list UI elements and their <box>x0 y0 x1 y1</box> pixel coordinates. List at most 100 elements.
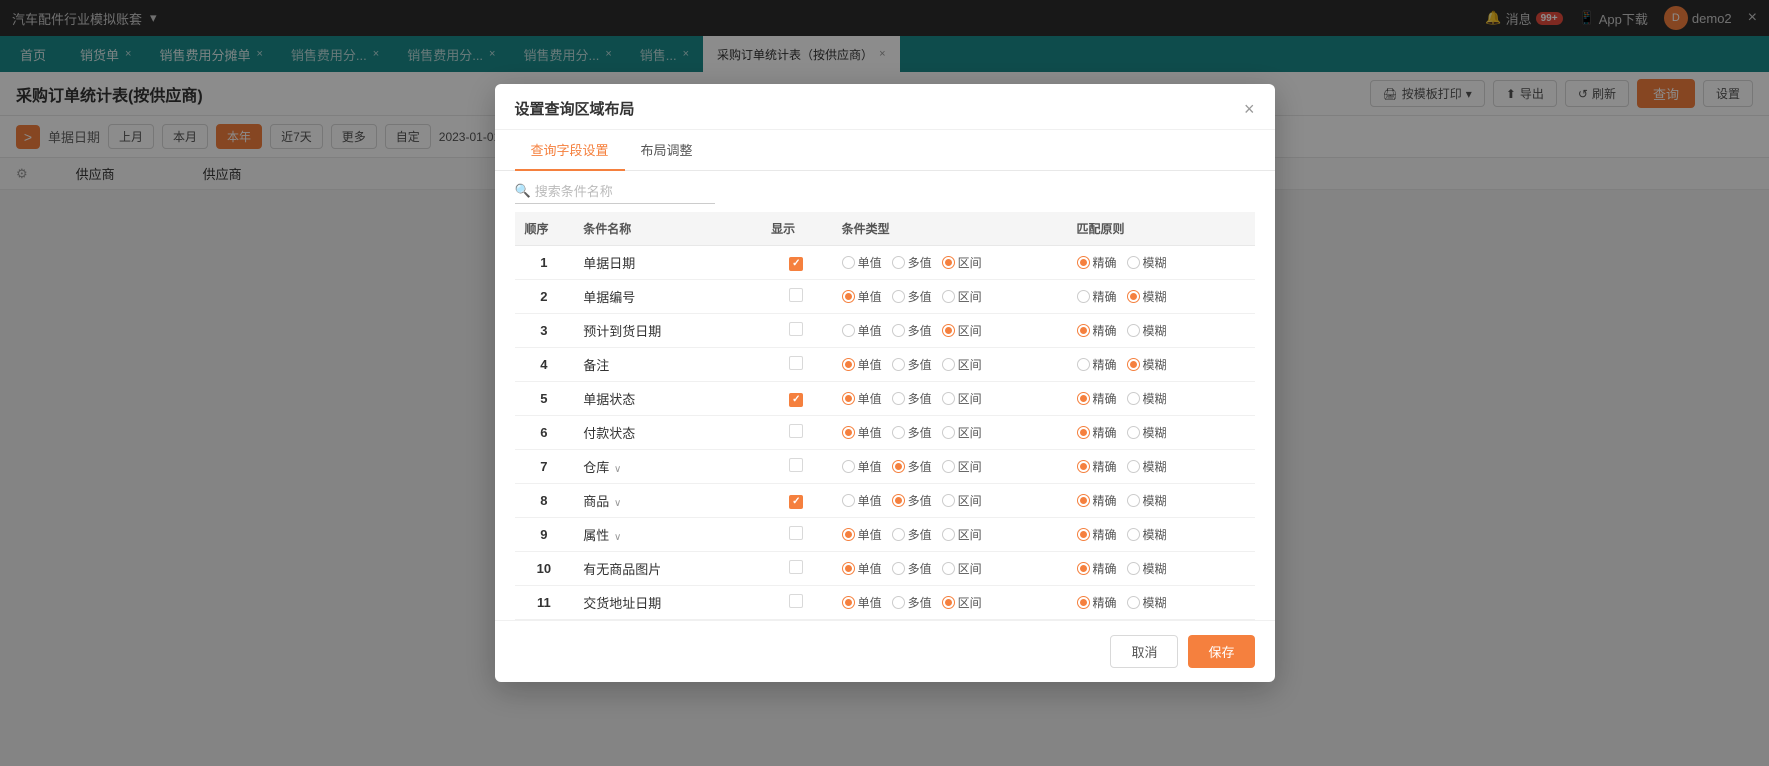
radio-type-type_range[interactable]: 区间 <box>942 322 982 339</box>
cell-display[interactable] <box>761 484 831 518</box>
radio-circle[interactable] <box>942 392 955 405</box>
radio-match-match_exact[interactable]: 精确 <box>1077 526 1117 543</box>
cell-display[interactable] <box>761 416 831 450</box>
radio-circle[interactable] <box>892 494 905 507</box>
cell-display[interactable] <box>761 518 831 552</box>
radio-circle[interactable] <box>1077 358 1090 371</box>
condition-dropdown-arrow[interactable]: ∨ <box>611 464 621 475</box>
radio-circle[interactable] <box>842 324 855 337</box>
radio-circle[interactable] <box>942 256 955 269</box>
save-button[interactable]: 保存 <box>1188 635 1254 668</box>
radio-match-match_fuzzy[interactable]: 模糊 <box>1127 458 1167 475</box>
display-checkbox[interactable] <box>789 424 803 438</box>
radio-circle[interactable] <box>842 562 855 575</box>
radio-match-match_fuzzy[interactable]: 模糊 <box>1127 356 1167 373</box>
radio-type-type_multi[interactable]: 多值 <box>892 492 932 509</box>
radio-match-match_exact[interactable]: 精确 <box>1077 288 1117 305</box>
radio-circle[interactable] <box>892 256 905 269</box>
cancel-button[interactable]: 取消 <box>1110 635 1178 668</box>
radio-type-type_range[interactable]: 区间 <box>942 594 982 611</box>
radio-match-match_exact[interactable]: 精确 <box>1077 594 1117 611</box>
radio-type-type_single[interactable]: 单值 <box>842 594 882 611</box>
radio-circle[interactable] <box>892 528 905 541</box>
radio-type-type_single[interactable]: 单值 <box>842 458 882 475</box>
radio-circle[interactable] <box>942 528 955 541</box>
radio-match-match_fuzzy[interactable]: 模糊 <box>1127 254 1167 271</box>
radio-type-type_single[interactable]: 单值 <box>842 526 882 543</box>
modal-close-button[interactable]: × <box>1244 100 1255 118</box>
radio-type-type_single[interactable]: 单值 <box>842 492 882 509</box>
radio-match-match_fuzzy[interactable]: 模糊 <box>1127 526 1167 543</box>
radio-circle[interactable] <box>842 256 855 269</box>
radio-type-type_single[interactable]: 单值 <box>842 288 882 305</box>
cell-display[interactable] <box>761 382 831 416</box>
radio-circle[interactable] <box>842 596 855 609</box>
display-checkbox[interactable] <box>789 495 803 509</box>
radio-circle[interactable] <box>942 562 955 575</box>
radio-circle[interactable] <box>942 596 955 609</box>
radio-match-match_fuzzy[interactable]: 模糊 <box>1127 492 1167 509</box>
radio-match-match_exact[interactable]: 精确 <box>1077 424 1117 441</box>
radio-type-type_multi[interactable]: 多值 <box>892 458 932 475</box>
radio-circle[interactable] <box>892 596 905 609</box>
radio-match-match_fuzzy[interactable]: 模糊 <box>1127 560 1167 577</box>
radio-type-type_multi[interactable]: 多值 <box>892 390 932 407</box>
cell-display[interactable] <box>761 450 831 484</box>
radio-type-type_range[interactable]: 区间 <box>942 288 982 305</box>
modal-tab-layout[interactable]: 布局调整 <box>625 130 709 171</box>
radio-type-type_single[interactable]: 单值 <box>842 560 882 577</box>
radio-match-match_exact[interactable]: 精确 <box>1077 254 1117 271</box>
radio-circle[interactable] <box>1127 392 1140 405</box>
radio-type-type_range[interactable]: 区间 <box>942 458 982 475</box>
radio-type-type_multi[interactable]: 多值 <box>892 288 932 305</box>
radio-type-type_range[interactable]: 区间 <box>942 390 982 407</box>
radio-match-match_fuzzy[interactable]: 模糊 <box>1127 322 1167 339</box>
radio-circle[interactable] <box>1127 562 1140 575</box>
radio-match-match_fuzzy[interactable]: 模糊 <box>1127 288 1167 305</box>
radio-circle[interactable] <box>1077 324 1090 337</box>
radio-type-type_multi[interactable]: 多值 <box>892 560 932 577</box>
radio-match-match_fuzzy[interactable]: 模糊 <box>1127 594 1167 611</box>
radio-match-match_exact[interactable]: 精确 <box>1077 390 1117 407</box>
condition-dropdown-arrow[interactable]: ∨ <box>611 498 621 509</box>
radio-circle[interactable] <box>892 392 905 405</box>
display-checkbox[interactable] <box>789 526 803 540</box>
display-checkbox[interactable] <box>789 458 803 472</box>
radio-circle[interactable] <box>1127 528 1140 541</box>
radio-circle[interactable] <box>1077 460 1090 473</box>
radio-type-type_multi[interactable]: 多值 <box>892 322 932 339</box>
display-checkbox[interactable] <box>789 594 803 608</box>
display-checkbox[interactable] <box>789 288 803 302</box>
condition-dropdown-arrow[interactable]: ∨ <box>611 532 621 543</box>
radio-circle[interactable] <box>842 392 855 405</box>
radio-circle[interactable] <box>842 528 855 541</box>
radio-type-type_single[interactable]: 单值 <box>842 390 882 407</box>
radio-type-type_range[interactable]: 区间 <box>942 254 982 271</box>
radio-type-type_single[interactable]: 单值 <box>842 424 882 441</box>
radio-circle[interactable] <box>1127 494 1140 507</box>
radio-type-type_range[interactable]: 区间 <box>942 560 982 577</box>
cell-display[interactable] <box>761 586 831 620</box>
radio-match-match_exact[interactable]: 精确 <box>1077 356 1117 373</box>
radio-circle[interactable] <box>892 324 905 337</box>
radio-circle[interactable] <box>842 494 855 507</box>
radio-circle[interactable] <box>892 358 905 371</box>
radio-match-match_exact[interactable]: 精确 <box>1077 322 1117 339</box>
radio-circle[interactable] <box>1077 256 1090 269</box>
display-checkbox[interactable] <box>789 560 803 574</box>
radio-circle[interactable] <box>1127 324 1140 337</box>
radio-circle[interactable] <box>1127 596 1140 609</box>
radio-circle[interactable] <box>942 324 955 337</box>
radio-match-match_exact[interactable]: 精确 <box>1077 560 1117 577</box>
radio-type-type_single[interactable]: 单值 <box>842 254 882 271</box>
radio-circle[interactable] <box>942 358 955 371</box>
radio-type-type_multi[interactable]: 多值 <box>892 526 932 543</box>
radio-match-match_exact[interactable]: 精确 <box>1077 458 1117 475</box>
radio-type-type_range[interactable]: 区间 <box>942 356 982 373</box>
radio-circle[interactable] <box>892 290 905 303</box>
radio-type-type_multi[interactable]: 多值 <box>892 594 932 611</box>
radio-type-type_multi[interactable]: 多值 <box>892 424 932 441</box>
radio-circle[interactable] <box>842 290 855 303</box>
radio-circle[interactable] <box>842 426 855 439</box>
radio-type-type_multi[interactable]: 多值 <box>892 254 932 271</box>
